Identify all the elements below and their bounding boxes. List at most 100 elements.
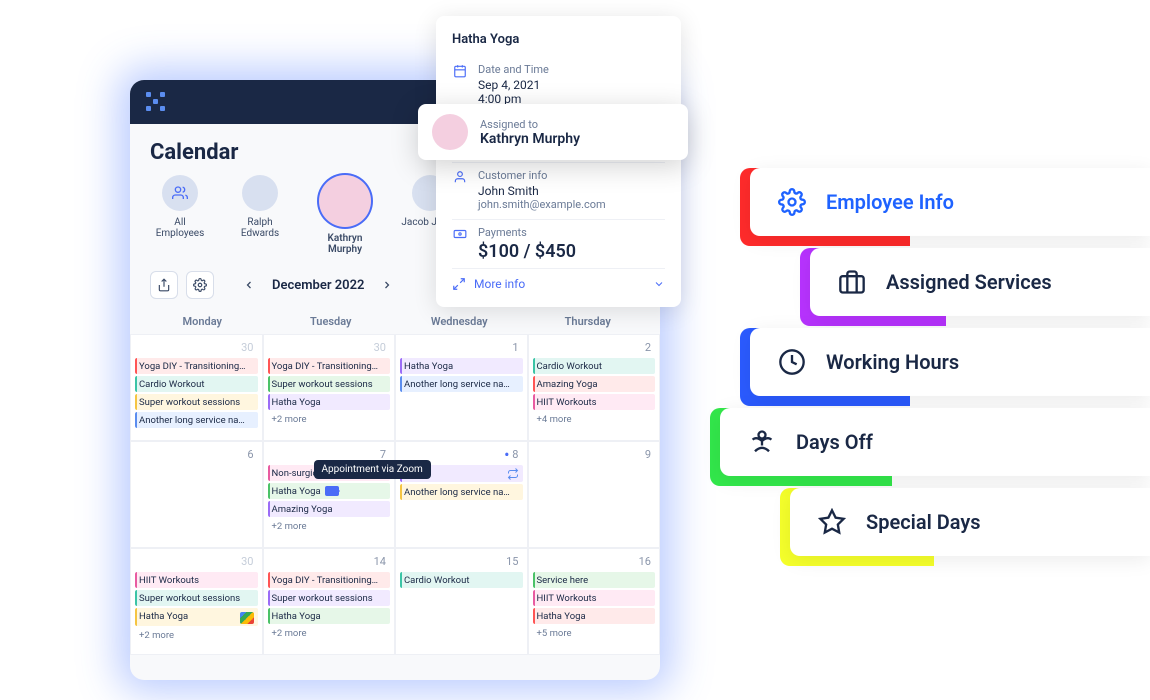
calendar-event[interactable]: Amazing Yoga: [268, 501, 391, 517]
calendar-event[interactable]: Cardio Workout: [135, 376, 258, 392]
more-info-button[interactable]: More info: [452, 269, 665, 291]
day-cell[interactable]: 30Yoga DIY - Transitioning…Super workout…: [263, 334, 396, 441]
tooltip: Appointment via Zoom: [314, 460, 431, 479]
employee-1[interactable]: Ralph Edwards: [230, 175, 290, 239]
tab-special-days[interactable]: Special Days: [790, 488, 1150, 556]
day-number: 2: [533, 339, 656, 358]
customer-email: john.smith@example.com: [478, 198, 606, 211]
employee-0[interactable]: All Employees: [150, 175, 210, 239]
clock-icon: [778, 348, 806, 376]
more-events-link[interactable]: +2 more: [268, 626, 391, 641]
day-number: 15: [400, 553, 523, 572]
employee-2[interactable]: Kathryn Murphy: [310, 175, 380, 255]
calendar-event[interactable]: Another long service na…: [400, 484, 523, 500]
assigned-name: Kathryn Murphy: [480, 131, 580, 147]
chevron-down-icon: [653, 278, 665, 290]
assigned-card: Assigned to Kathryn Murphy: [418, 104, 688, 160]
day-cell[interactable]: 16Service hereHIIT WorkoutsHatha Yoga+5 …: [528, 548, 661, 655]
video-icon: [325, 486, 339, 496]
payments-label: Payments: [478, 226, 576, 239]
calendar-event[interactable]: HIIT Workouts: [533, 394, 656, 410]
calendar-event[interactable]: Cardio Workout: [533, 358, 656, 374]
payments-value: $100 / $450: [478, 241, 576, 262]
calendar-event[interactable]: HIIT Workouts: [533, 590, 656, 606]
google-meet-icon: [240, 612, 254, 624]
day-cell[interactable]: 9: [528, 441, 661, 548]
settings-button[interactable]: [186, 271, 214, 299]
calendar-icon: [452, 63, 468, 106]
calendar-event[interactable]: Another long service na…: [135, 412, 258, 428]
assigned-label: Assigned to: [480, 118, 580, 131]
day-cell[interactable]: 2Cardio Workout Amazing Yoga HIIT Workouts…: [528, 334, 661, 441]
day-cell[interactable]: 1Hatha Yoga Another long service na…: [395, 334, 528, 441]
calendar-event[interactable]: Hatha Yoga: [400, 358, 523, 374]
export-button[interactable]: [150, 271, 178, 299]
day-cell[interactable]: 30Yoga DIY - Transitioning…Cardio Workou…: [130, 334, 263, 441]
customer-label: Customer info: [478, 169, 606, 182]
calendar-event[interactable]: Another long service na…: [400, 376, 523, 392]
day-cell[interactable]: 7Non-surgicHatha Yoga Amazing YogaAppoin…: [263, 441, 396, 548]
expand-icon: [452, 277, 466, 291]
weekday-label: Tuesday: [267, 309, 396, 334]
briefcase-icon: [838, 268, 866, 296]
app-logo: [146, 92, 166, 112]
tab-employee-info[interactable]: Employee Info: [750, 168, 1150, 236]
calendar-event[interactable]: Hatha Yoga: [135, 608, 258, 626]
day-number: 14: [268, 553, 391, 572]
calendar-event[interactable]: Service here: [533, 572, 656, 588]
calendar-event[interactable]: Super workout sessions: [135, 590, 258, 606]
more-events-link[interactable]: +2 more: [135, 628, 258, 643]
gear-icon: [778, 188, 806, 216]
calendar-event[interactable]: Hatha Yoga: [268, 394, 391, 410]
next-month-button[interactable]: [376, 274, 398, 296]
customer-name: John Smith: [478, 184, 606, 198]
star-icon: [818, 508, 846, 536]
tab-label: Special Days: [866, 510, 981, 534]
avatar: [432, 114, 468, 150]
period-label: December 2022: [268, 278, 368, 293]
calendar-event[interactable]: Amazing Yoga: [533, 376, 656, 392]
avatar: [242, 175, 278, 211]
calendar-event[interactable]: Super workout sessions: [268, 590, 391, 606]
repeat-icon: [507, 468, 519, 480]
day-cell[interactable]: 30HIIT Workouts Super workout sessions Hat…: [130, 548, 263, 655]
avatar: [319, 175, 371, 227]
tab-label: Employee Info: [826, 190, 954, 214]
calendar-event[interactable]: Super workout sessions: [135, 394, 258, 410]
tab-label: Working Hours: [826, 350, 959, 374]
prev-month-button[interactable]: [238, 274, 260, 296]
calendar-event[interactable]: Yoga DIY - Transitioning…: [135, 358, 258, 374]
tab-assigned-services[interactable]: Assigned Services: [810, 248, 1150, 316]
tab-label: Days Off: [796, 430, 873, 454]
calendar-event[interactable]: Yoga DIY - Transitioning…: [268, 358, 391, 374]
more-events-link[interactable]: +2 more: [268, 519, 391, 534]
weekday-label: Thursday: [524, 309, 653, 334]
calendar-event[interactable]: Cardio Workout: [400, 572, 523, 588]
weekday-label: Monday: [138, 309, 267, 334]
person-icon: [452, 169, 468, 213]
more-events-link[interactable]: +5 more: [533, 626, 656, 641]
day-number: 1: [400, 339, 523, 358]
calendar-event[interactable]: Hatha Yoga: [533, 608, 656, 624]
calendar-event[interactable]: Hatha Yoga: [268, 608, 391, 624]
more-events-link[interactable]: +2 more: [268, 412, 391, 427]
weekday-header: MondayTuesdayWednesdayThursday: [130, 309, 660, 334]
day-cell[interactable]: 6: [130, 441, 263, 548]
calendar-event[interactable]: HIIT Workouts: [135, 572, 258, 588]
more-events-link[interactable]: +4 more: [533, 412, 656, 427]
day-cell[interactable]: • 8oga Another long service na…: [395, 441, 528, 548]
calendar-event[interactable]: Hatha Yoga: [268, 483, 391, 499]
tab-days-off[interactable]: Days Off: [720, 408, 1150, 476]
tab-working-hours[interactable]: Working Hours: [750, 328, 1150, 396]
calendar-event[interactable]: Super workout sessions: [268, 376, 391, 392]
day-cell[interactable]: 14Yoga DIY - Transitioning… Super workout…: [263, 548, 396, 655]
day-number: 9: [533, 446, 656, 465]
appointment-popover: Hatha Yoga Date and Time Sep 4, 2021 4:0…: [436, 16, 681, 307]
day-number: 6: [135, 446, 258, 465]
day-cell[interactable]: 15Cardio Workout: [395, 548, 528, 655]
calendar-event[interactable]: Yoga DIY - Transitioning…: [268, 572, 391, 588]
payment-icon: [452, 226, 468, 262]
date-value: Sep 4, 2021: [478, 78, 549, 92]
day-number: 30: [135, 553, 258, 572]
employee-name: Kathryn Murphy: [310, 233, 380, 255]
